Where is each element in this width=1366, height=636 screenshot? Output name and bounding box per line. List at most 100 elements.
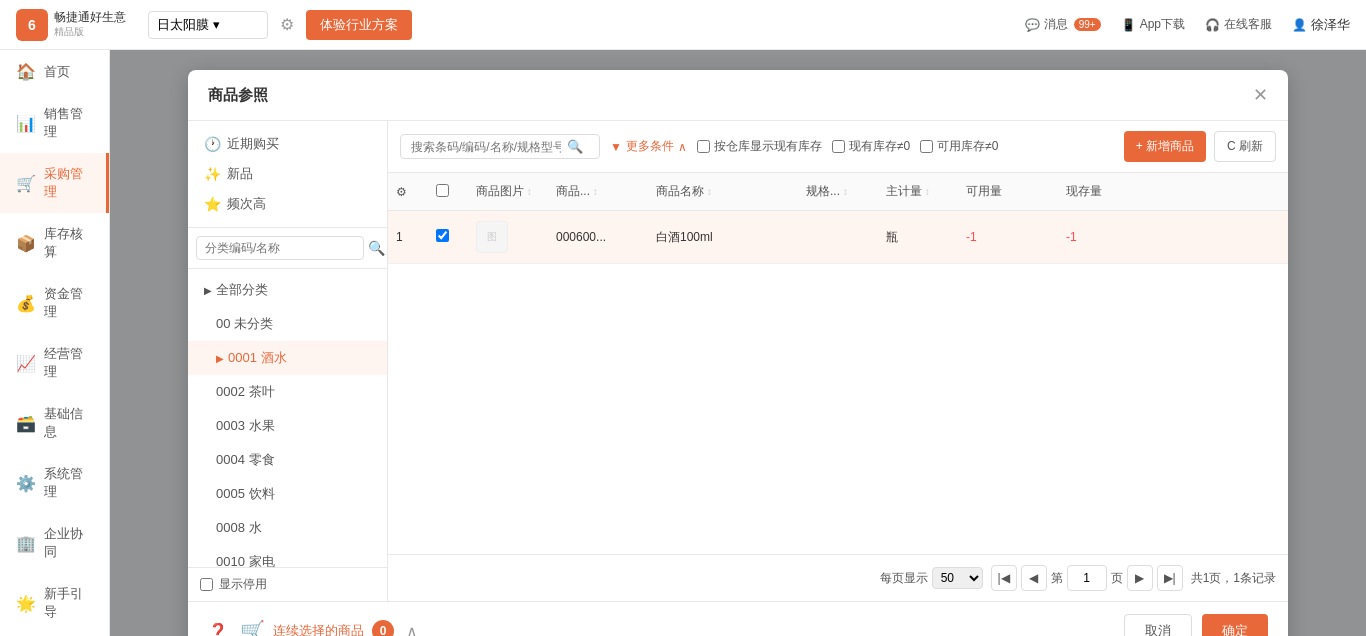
help-icon[interactable]: ❓ (208, 622, 228, 637)
cart-count-badge: 0 (372, 620, 394, 636)
sidebar-item-purchase[interactable]: 🛒 采购管理 (0, 153, 109, 213)
category-item-0008[interactable]: 0008 水 (188, 511, 387, 545)
col-name[interactable]: 商品名称 (648, 173, 798, 211)
sidebar-item-home[interactable]: 🏠 首页 (0, 50, 109, 93)
product-search-icon[interactable]: 🔍 (567, 139, 583, 154)
settings-icon[interactable]: ⚙ (280, 15, 294, 34)
app-download-nav-item[interactable]: 📱 App下载 (1121, 16, 1185, 33)
top-navigation: 6 畅捷通好生意 精品版 日太阳膜 ▾ ⚙ 体验行业方案 💬 消息 99+ 📱 … (0, 0, 1366, 50)
first-page-button[interactable]: |◀ (991, 565, 1017, 591)
collapse-filter-icon: ∧ (678, 140, 687, 154)
per-page-select[interactable]: 10 20 50 100 (932, 567, 983, 589)
category-item-0010[interactable]: 0010 家电 (188, 545, 387, 567)
sidebar-item-guide[interactable]: 🌟 新手引导 (0, 573, 109, 633)
sidebar-item-business[interactable]: 📈 经营管理 (0, 333, 109, 393)
checkbox-current-stock[interactable]: 现有库存≠0 (832, 138, 910, 155)
last-page-button[interactable]: ▶| (1157, 565, 1183, 591)
category-item-0005[interactable]: 0005 饮料 (188, 477, 387, 511)
cancel-button[interactable]: 取消 (1124, 614, 1192, 636)
product-search-input[interactable] (411, 140, 561, 154)
table-row[interactable]: 1 图 000600... 白酒100ml (388, 211, 1288, 264)
current-stock-checkbox[interactable] (832, 140, 845, 153)
product-search-box: 🔍 (400, 134, 600, 159)
add-product-button[interactable]: + 新增商品 (1124, 131, 1206, 162)
col-checkbox (428, 173, 468, 211)
message-nav-item[interactable]: 💬 消息 99+ (1025, 16, 1101, 33)
trial-button[interactable]: 体验行业方案 (306, 10, 412, 40)
sidebar-item-sales[interactable]: 📊 销售管理 (0, 93, 109, 153)
col-unit[interactable]: 主计量 (878, 173, 958, 211)
row-unit: 瓶 (878, 211, 958, 264)
cart-collapse-icon[interactable]: ∧ (406, 622, 418, 637)
quick-tab-frequent[interactable]: ⭐ 频次高 (196, 189, 379, 219)
sidebar-item-enterprise[interactable]: 🏢 企业协同 (0, 513, 109, 573)
checkbox-available-stock[interactable]: 可用库存≠0 (920, 138, 998, 155)
message-label: 消息 (1044, 16, 1068, 33)
row-spec (798, 211, 878, 264)
checkbox-warehouse-stock[interactable]: 按仓库显示现有库存 (697, 138, 822, 155)
category-item-0003[interactable]: 0003 水果 (188, 409, 387, 443)
table-gear-icon[interactable]: ⚙ (396, 185, 407, 199)
sidebar-item-system[interactable]: ⚙️ 系统管理 (0, 453, 109, 513)
cart-area[interactable]: 🛒 连续选择的商品 0 ∧ (240, 619, 418, 636)
message-icon: 💬 (1025, 18, 1040, 32)
available-stock-checkbox[interactable] (920, 140, 933, 153)
col-image[interactable]: 商品图片 (468, 173, 548, 211)
sidebar-finance-label: 资金管理 (44, 285, 93, 321)
category-item-all[interactable]: ▶ 全部分类 (188, 273, 387, 307)
active-arrow-icon: ▶ (216, 353, 224, 364)
page-number-input[interactable] (1067, 565, 1107, 591)
filter-actions: + 新增商品 C 刷新 (1124, 131, 1276, 162)
row-checkbox[interactable] (436, 229, 449, 242)
sidebar-item-basic[interactable]: 🗃️ 基础信息 (0, 393, 109, 453)
sidebar-system-label: 系统管理 (44, 465, 93, 501)
modal-body: 🕐 近期购买 ✨ 新品 ⭐ 频次高 (188, 121, 1288, 601)
sidebar-business-label: 经营管理 (44, 345, 93, 381)
store-selector[interactable]: 日太阳膜 ▾ (148, 11, 268, 39)
filter-icon: ▼ (610, 140, 622, 154)
filter-more-btn[interactable]: ▼ 更多条件 ∧ (610, 138, 687, 155)
category-item-0004[interactable]: 0004 零食 (188, 443, 387, 477)
table-header-row: ⚙ 商品图片 商品... 商品名称 规格... (388, 173, 1288, 211)
purchase-icon: 🛒 (16, 174, 36, 193)
user-nav-item[interactable]: 👤 徐泽华 (1292, 16, 1350, 34)
cart-label: 连续选择的商品 (273, 622, 364, 636)
category-search-icon[interactable]: 🔍 (368, 240, 385, 256)
display-stopped-checkbox[interactable] (200, 578, 213, 591)
category-item-00[interactable]: 00 未分类 (188, 307, 387, 341)
sidebar-sales-label: 销售管理 (44, 105, 93, 141)
headset-icon: 🎧 (1205, 18, 1220, 32)
category-item-0002[interactable]: 0002 茶叶 (188, 375, 387, 409)
quick-tab-recent[interactable]: 🕐 近期购买 (196, 129, 379, 159)
refresh-button[interactable]: C 刷新 (1214, 131, 1276, 162)
prev-page-button[interactable]: ◀ (1021, 565, 1047, 591)
modal-close-button[interactable]: ✕ (1253, 84, 1268, 106)
confirm-button[interactable]: 确定 (1202, 614, 1268, 636)
col-spec[interactable]: 规格... (798, 173, 878, 211)
select-all-checkbox[interactable] (436, 184, 449, 197)
page-text: 第 (1051, 570, 1063, 587)
sidebar-item-finance[interactable]: 💰 资金管理 (0, 273, 109, 333)
online-service-nav-item[interactable]: 🎧 在线客服 (1205, 16, 1272, 33)
per-page-label: 每页显示 (880, 570, 928, 587)
sidebar-item-inventory[interactable]: 📦 库存核算 (0, 213, 109, 273)
category-search-area: 🔍 (188, 228, 387, 269)
category-item-0001[interactable]: ▶ 0001 酒水 (188, 341, 387, 375)
quick-tab-new[interactable]: ✨ 新品 (196, 159, 379, 189)
inventory-icon: 📦 (16, 234, 36, 253)
nav-right-area: 💬 消息 99+ 📱 App下载 🎧 在线客服 👤 徐泽华 (1025, 16, 1350, 34)
checkbox-available-label: 可用库存≠0 (937, 138, 998, 155)
next-page-button[interactable]: ▶ (1127, 565, 1153, 591)
user-avatar-icon: 👤 (1292, 18, 1307, 32)
checkbox-current-label: 现有库存≠0 (849, 138, 910, 155)
system-icon: ⚙️ (16, 474, 36, 493)
category-search-input[interactable] (196, 236, 364, 260)
col-available: 可用量 (958, 173, 1058, 211)
sidebar-enterprise-label: 企业协同 (44, 525, 93, 561)
warehouse-stock-checkbox[interactable] (697, 140, 710, 153)
frequent-icon: ⭐ (204, 196, 221, 212)
filter-more-label: 更多条件 (626, 138, 674, 155)
col-code[interactable]: 商品... (548, 173, 648, 211)
quick-tab-new-label: 新品 (227, 165, 253, 183)
row-checkbox-cell (428, 211, 468, 264)
